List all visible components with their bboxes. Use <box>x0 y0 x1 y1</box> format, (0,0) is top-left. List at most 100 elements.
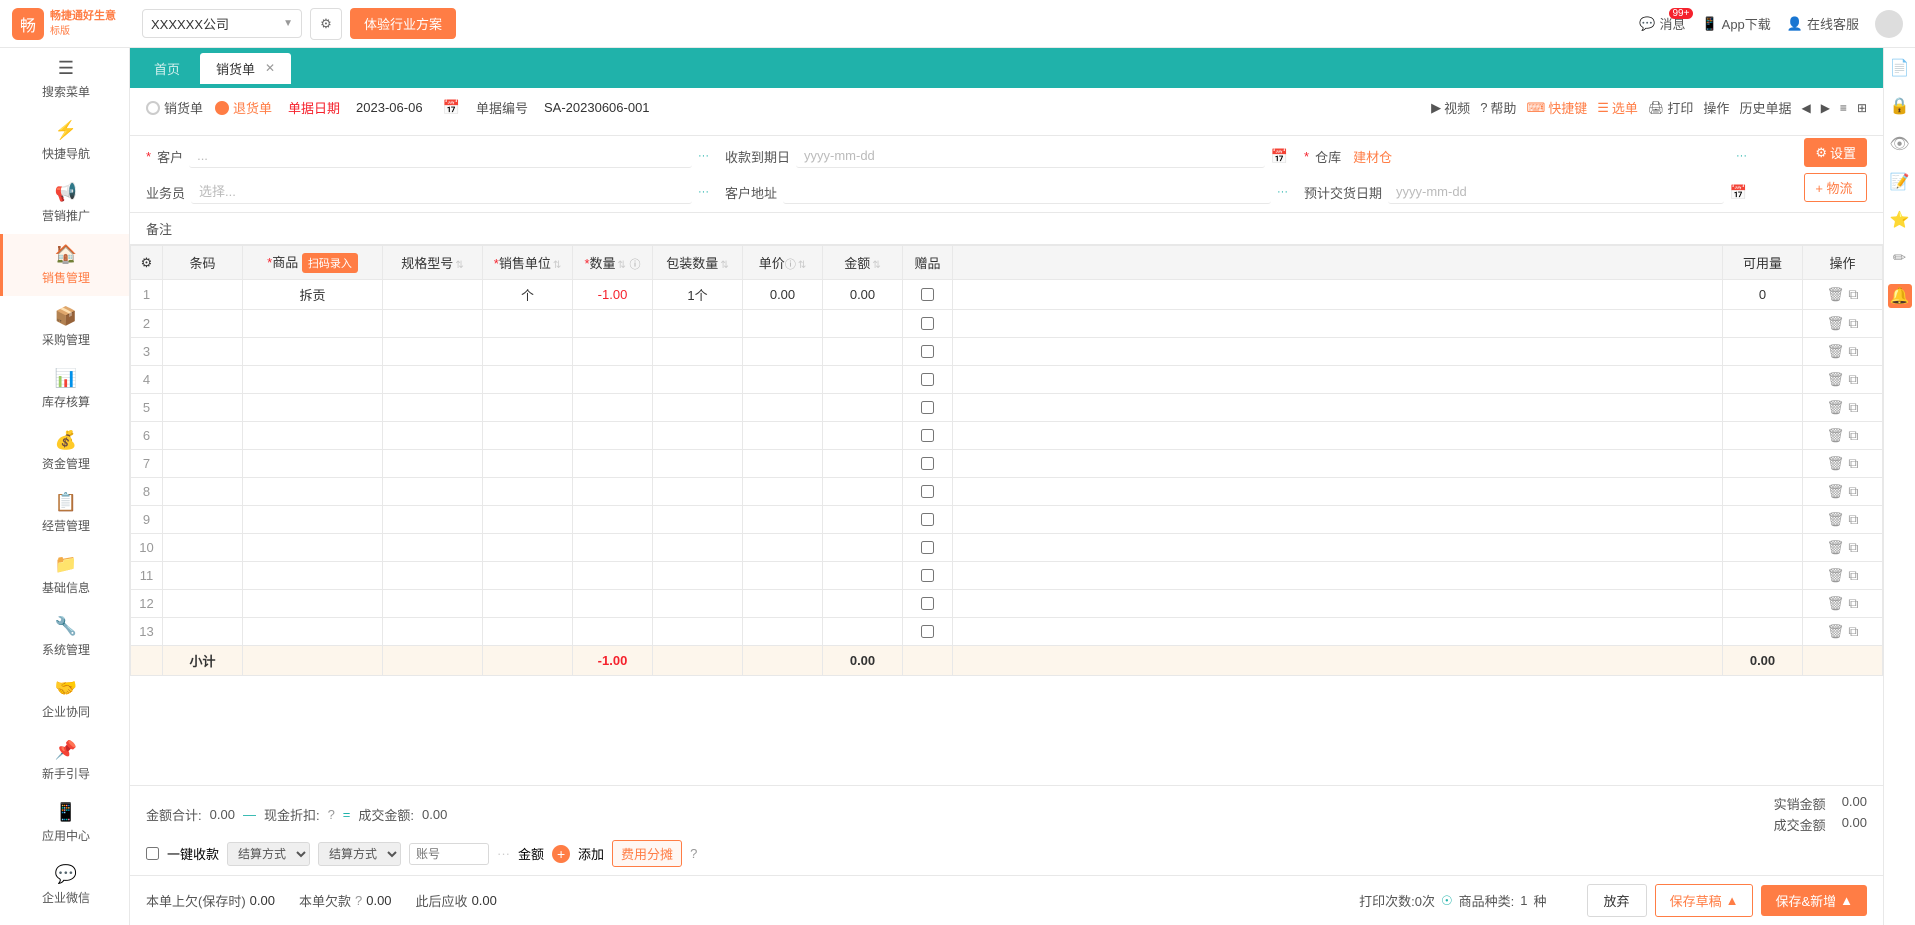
delete-icon-1[interactable]: 🗑 <box>1827 286 1845 303</box>
addr-dots-icon[interactable]: ··· <box>1277 186 1288 198</box>
sidebar-item-app-center[interactable]: 📱 应用中心 <box>0 792 129 854</box>
help-btn[interactable]: ? 帮助 <box>1480 98 1516 117</box>
right-sb-star-icon[interactable]: ⭐ <box>1888 208 1912 232</box>
gift-checkbox-10[interactable] <box>921 541 934 554</box>
copy-icon-5[interactable]: ⧉ <box>1848 399 1858 416</box>
delete-icon-6[interactable]: 🗑 <box>1827 427 1845 444</box>
delete-icon-13[interactable]: 🗑 <box>1827 623 1845 640</box>
cell-unit-1[interactable]: 个 <box>483 280 573 310</box>
pkg-sort-icon[interactable]: ⇅ <box>720 260 728 271</box>
cell-pkg-1[interactable]: 1个 <box>653 280 743 310</box>
delete-icon-9[interactable]: 🗑 <box>1827 511 1845 528</box>
copy-icon-2[interactable]: ⧉ <box>1848 315 1858 332</box>
doc-short-question[interactable]: ? <box>355 893 362 908</box>
sidebar-item-inventory[interactable]: 📊 库存核算 <box>0 358 129 420</box>
date-calendar-icon[interactable]: 📅 <box>443 99 460 116</box>
cell-price-2[interactable] <box>743 310 823 338</box>
warehouse-dots-icon[interactable]: ··· <box>1736 150 1747 162</box>
sidebar-item-operations[interactable]: 📋 经营管理 <box>0 482 129 544</box>
copy-icon-3[interactable]: ⧉ <box>1848 343 1858 360</box>
delete-icon-5[interactable]: 🗑 <box>1827 399 1845 416</box>
trial-button[interactable]: 体验行业方案 <box>350 8 456 39</box>
qty-sort-icon[interactable]: ⇅ <box>618 260 626 271</box>
price-info-icon[interactable]: ⓘ <box>785 259 796 271</box>
cell-product-1[interactable]: 拆贡 <box>243 280 383 310</box>
scan-btn[interactable]: 扫码录入 <box>302 253 358 273</box>
list-view-btn[interactable]: ≡ <box>1840 101 1847 115</box>
sidebar-item-vip[interactable]: ✓ 畅会员 <box>0 916 129 925</box>
sidebar-item-search[interactable]: ☰ 搜索菜单 <box>0 48 129 110</box>
amount-sort-icon[interactable]: ⇅ <box>872 260 880 271</box>
tab-home[interactable]: 首页 <box>138 53 196 84</box>
customer-input[interactable] <box>189 144 692 168</box>
online-service-button[interactable]: 👤 在线客服 <box>1787 14 1859 33</box>
copy-icon-1[interactable]: ⧉ <box>1848 286 1858 303</box>
one-key-payment-checkbox[interactable] <box>146 847 159 860</box>
video-btn[interactable]: ▶ 视频 <box>1431 98 1470 117</box>
company-selector[interactable]: XXXXXX公司 ▼ <box>142 9 302 38</box>
sidebar-item-basic-info[interactable]: 📁 基础信息 <box>0 544 129 606</box>
avatar[interactable] <box>1875 10 1903 38</box>
radio-return-order[interactable]: 退货单 <box>215 98 272 117</box>
nav-next-btn[interactable]: ▶ <box>1821 101 1830 115</box>
copy-icon-13[interactable]: ⧉ <box>1848 623 1858 640</box>
copy-icon-12[interactable]: ⧉ <box>1848 595 1858 612</box>
gift-checkbox-5[interactable] <box>921 401 934 414</box>
gift-checkbox-7[interactable] <box>921 457 934 470</box>
gift-checkbox-9[interactable] <box>921 513 934 526</box>
logistics-btn[interactable]: + 物流 <box>1804 173 1867 202</box>
sidebar-item-system[interactable]: 🔧 系统管理 <box>0 606 129 668</box>
notes-input[interactable] <box>180 221 1867 236</box>
sidebar-item-purchase[interactable]: 📦 采购管理 <box>0 296 129 358</box>
right-sb-note-icon[interactable]: 📝 <box>1888 170 1912 194</box>
copy-icon-4[interactable]: ⧉ <box>1848 371 1858 388</box>
salesperson-input[interactable] <box>191 180 692 204</box>
sidebar-item-finance[interactable]: 💰 资金管理 <box>0 420 129 482</box>
due-date-input[interactable] <box>796 144 1265 168</box>
copy-icon-6[interactable]: ⧉ <box>1848 427 1858 444</box>
app-download-button[interactable]: 📱 App下载 <box>1701 14 1770 33</box>
cell-pkg-2[interactable] <box>653 310 743 338</box>
right-sb-alert-icon[interactable]: 🔔 <box>1888 284 1912 308</box>
gift-checkbox-1[interactable] <box>921 288 934 301</box>
gift-checkbox-8[interactable] <box>921 485 934 498</box>
th-gear[interactable]: ⚙ <box>131 246 163 280</box>
delete-icon-7[interactable]: 🗑 <box>1827 455 1845 472</box>
cell-unit-2[interactable] <box>483 310 573 338</box>
unit-sort-icon[interactable]: ⇅ <box>553 260 561 271</box>
gift-checkbox-3[interactable] <box>921 345 934 358</box>
cell-barcode-2[interactable] <box>163 310 243 338</box>
account-select[interactable]: 结算方式 <box>318 842 401 866</box>
cell-spec-1[interactable] <box>383 280 483 310</box>
sidebar-item-guide[interactable]: 📌 新手引导 <box>0 730 129 792</box>
fee-split-btn[interactable]: 费用分摊 <box>612 840 682 867</box>
tab-close-icon[interactable]: ✕ <box>265 61 275 75</box>
right-sb-doc-icon[interactable]: 📄 <box>1888 56 1912 80</box>
delete-icon-2[interactable]: 🗑 <box>1827 315 1845 332</box>
account-number-input[interactable] <box>409 843 489 865</box>
settings-action-btn[interactable]: ⚙ 设置 <box>1804 138 1867 167</box>
tab-sales-order[interactable]: 销货单 ✕ <box>200 53 291 84</box>
save-new-button[interactable]: 保存&新增 ▲ <box>1761 885 1867 916</box>
due-date-calendar-icon[interactable]: 📅 <box>1271 148 1288 165</box>
delete-icon-8[interactable]: 🗑 <box>1827 483 1845 500</box>
delete-icon-3[interactable]: 🗑 <box>1827 343 1845 360</box>
copy-icon-8[interactable]: ⧉ <box>1848 483 1858 500</box>
history-btn[interactable]: 历史单据 <box>1739 98 1791 117</box>
qty-info-icon[interactable]: ⓘ <box>630 259 641 271</box>
add-button[interactable]: + <box>552 845 570 863</box>
expected-date-calendar-icon[interactable]: 📅 <box>1730 184 1747 201</box>
delete-icon-11[interactable]: 🗑 <box>1827 567 1845 584</box>
gift-checkbox-11[interactable] <box>921 569 934 582</box>
customer-dots-icon[interactable]: ··· <box>698 150 709 162</box>
operation-btn[interactable]: 操作 <box>1703 98 1729 117</box>
cell-qty-2[interactable] <box>573 310 653 338</box>
fee-dots-icon[interactable]: ··· <box>497 846 510 861</box>
settlement-select[interactable]: 结算方式 <box>227 842 310 866</box>
delete-icon-10[interactable]: 🗑 <box>1827 539 1845 556</box>
gift-checkbox-6[interactable] <box>921 429 934 442</box>
delete-icon-4[interactable]: 🗑 <box>1827 371 1845 388</box>
gift-checkbox-13[interactable] <box>921 625 934 638</box>
copy-icon-7[interactable]: ⧉ <box>1848 455 1858 472</box>
settings-button[interactable]: ⚙ <box>310 8 342 40</box>
